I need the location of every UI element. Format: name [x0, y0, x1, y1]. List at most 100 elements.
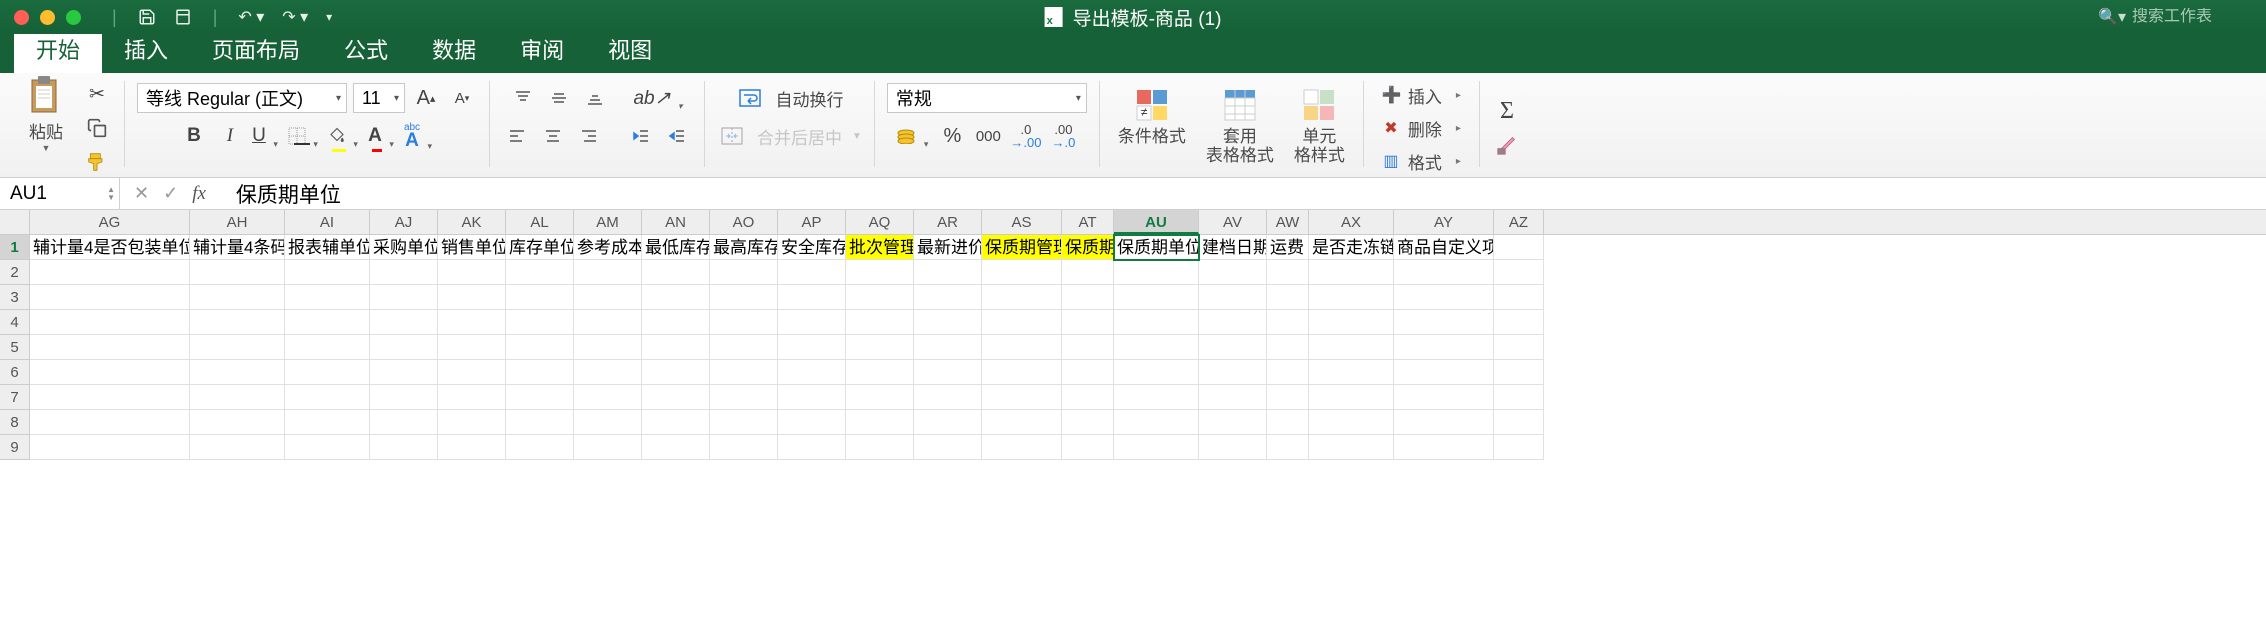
cell-AP4[interactable] — [778, 310, 846, 335]
cell-AG9[interactable] — [30, 435, 190, 460]
increase-font-button[interactable]: A▴ — [411, 83, 441, 113]
cell-AS2[interactable] — [982, 260, 1062, 285]
cell-AS4[interactable] — [982, 310, 1062, 335]
column-header-AO[interactable]: AO — [710, 210, 778, 234]
cell-AP7[interactable] — [778, 385, 846, 410]
cell-AJ4[interactable] — [370, 310, 438, 335]
column-header-AK[interactable]: AK — [438, 210, 506, 234]
decrease-indent-button[interactable] — [626, 121, 656, 151]
cell-AJ3[interactable] — [370, 285, 438, 310]
cell-AJ6[interactable] — [370, 360, 438, 385]
column-header-AH[interactable]: AH — [190, 210, 285, 234]
column-header-AV[interactable]: AV — [1199, 210, 1267, 234]
row-header-3[interactable]: 3 — [0, 285, 30, 310]
cell-AQ9[interactable] — [846, 435, 914, 460]
formula-input[interactable] — [228, 182, 2266, 206]
cell-AJ2[interactable] — [370, 260, 438, 285]
cell-AL8[interactable] — [506, 410, 574, 435]
underline-button[interactable]: U — [251, 121, 281, 151]
paste-button[interactable]: 粘贴 ▼ — [20, 79, 72, 155]
cell-AY7[interactable] — [1394, 385, 1494, 410]
cell-AT1[interactable]: 保质期 — [1062, 235, 1114, 260]
cell-AJ9[interactable] — [370, 435, 438, 460]
row-header-8[interactable]: 8 — [0, 410, 30, 435]
column-header-AN[interactable]: AN — [642, 210, 710, 234]
cell-AJ8[interactable] — [370, 410, 438, 435]
cell-AI2[interactable] — [285, 260, 370, 285]
cell-AR9[interactable] — [914, 435, 982, 460]
cell-AV8[interactable] — [1199, 410, 1267, 435]
cell-AG7[interactable] — [30, 385, 190, 410]
cell-AW5[interactable] — [1267, 335, 1309, 360]
qat-more-icon[interactable]: ▾ — [326, 10, 332, 24]
cell-AO4[interactable] — [710, 310, 778, 335]
cell-AZ2[interactable] — [1494, 260, 1544, 285]
cell-AT9[interactable] — [1062, 435, 1114, 460]
cell-AO8[interactable] — [710, 410, 778, 435]
cell-AI9[interactable] — [285, 435, 370, 460]
row-header-7[interactable]: 7 — [0, 385, 30, 410]
cell-AQ4[interactable] — [846, 310, 914, 335]
cell-AL2[interactable] — [506, 260, 574, 285]
cell-AY5[interactable] — [1394, 335, 1494, 360]
row-header-2[interactable]: 2 — [0, 260, 30, 285]
redo-icon[interactable]: ↷ ▾ — [282, 7, 308, 27]
cell-AS7[interactable] — [982, 385, 1062, 410]
column-header-AT[interactable]: AT — [1062, 210, 1114, 234]
cell-AM4[interactable] — [574, 310, 642, 335]
cell-AY9[interactable] — [1394, 435, 1494, 460]
cell-AO6[interactable] — [710, 360, 778, 385]
cell-AZ4[interactable] — [1494, 310, 1544, 335]
cell-AS5[interactable] — [982, 335, 1062, 360]
cell-AN1[interactable]: 最低库存 — [642, 235, 710, 260]
cell-AI7[interactable] — [285, 385, 370, 410]
cell-AT4[interactable] — [1062, 310, 1114, 335]
cell-AK8[interactable] — [438, 410, 506, 435]
percent-button[interactable]: % — [937, 121, 967, 151]
column-header-AI[interactable]: AI — [285, 210, 370, 234]
cell-AI8[interactable] — [285, 410, 370, 435]
row-header-1[interactable]: 1 — [0, 235, 30, 260]
cell-AV5[interactable] — [1199, 335, 1267, 360]
cell-AV3[interactable] — [1199, 285, 1267, 310]
cell-AG2[interactable] — [30, 260, 190, 285]
cell-AJ7[interactable] — [370, 385, 438, 410]
cell-AV9[interactable] — [1199, 435, 1267, 460]
currency-button[interactable] — [895, 121, 931, 151]
cell-AU4[interactable] — [1114, 310, 1199, 335]
clear-button[interactable] — [1492, 130, 1522, 160]
cell-AZ6[interactable] — [1494, 360, 1544, 385]
cell-AH9[interactable] — [190, 435, 285, 460]
cut-button[interactable]: ✂ — [82, 79, 112, 109]
cell-AY2[interactable] — [1394, 260, 1494, 285]
cell-AP9[interactable] — [778, 435, 846, 460]
column-header-AS[interactable]: AS — [982, 210, 1062, 234]
cell-AW7[interactable] — [1267, 385, 1309, 410]
conditional-format-button[interactable]: ≠ 条件格式 — [1112, 83, 1192, 149]
cell-AT2[interactable] — [1062, 260, 1114, 285]
cell-AM7[interactable] — [574, 385, 642, 410]
cell-AM8[interactable] — [574, 410, 642, 435]
align-middle-button[interactable] — [544, 83, 574, 113]
cell-AM9[interactable] — [574, 435, 642, 460]
row-header-9[interactable]: 9 — [0, 435, 30, 460]
cell-AU9[interactable] — [1114, 435, 1199, 460]
cell-AI4[interactable] — [285, 310, 370, 335]
cell-AU2[interactable] — [1114, 260, 1199, 285]
font-size-combo[interactable]: 11 — [353, 83, 405, 113]
column-header-AQ[interactable]: AQ — [846, 210, 914, 234]
cell-AP5[interactable] — [778, 335, 846, 360]
cell-AY6[interactable] — [1394, 360, 1494, 385]
cell-AQ2[interactable] — [846, 260, 914, 285]
cell-AT8[interactable] — [1062, 410, 1114, 435]
row-header-4[interactable]: 4 — [0, 310, 30, 335]
cell-AX2[interactable] — [1309, 260, 1394, 285]
bold-button[interactable]: B — [179, 121, 209, 151]
cell-AK4[interactable] — [438, 310, 506, 335]
cell-AX7[interactable] — [1309, 385, 1394, 410]
cell-AQ8[interactable] — [846, 410, 914, 435]
cell-AX1[interactable]: 是否走冻链 — [1309, 235, 1394, 260]
cell-AW9[interactable] — [1267, 435, 1309, 460]
merge-center-button[interactable]: 合并后居中 — [757, 124, 842, 149]
cell-AU7[interactable] — [1114, 385, 1199, 410]
